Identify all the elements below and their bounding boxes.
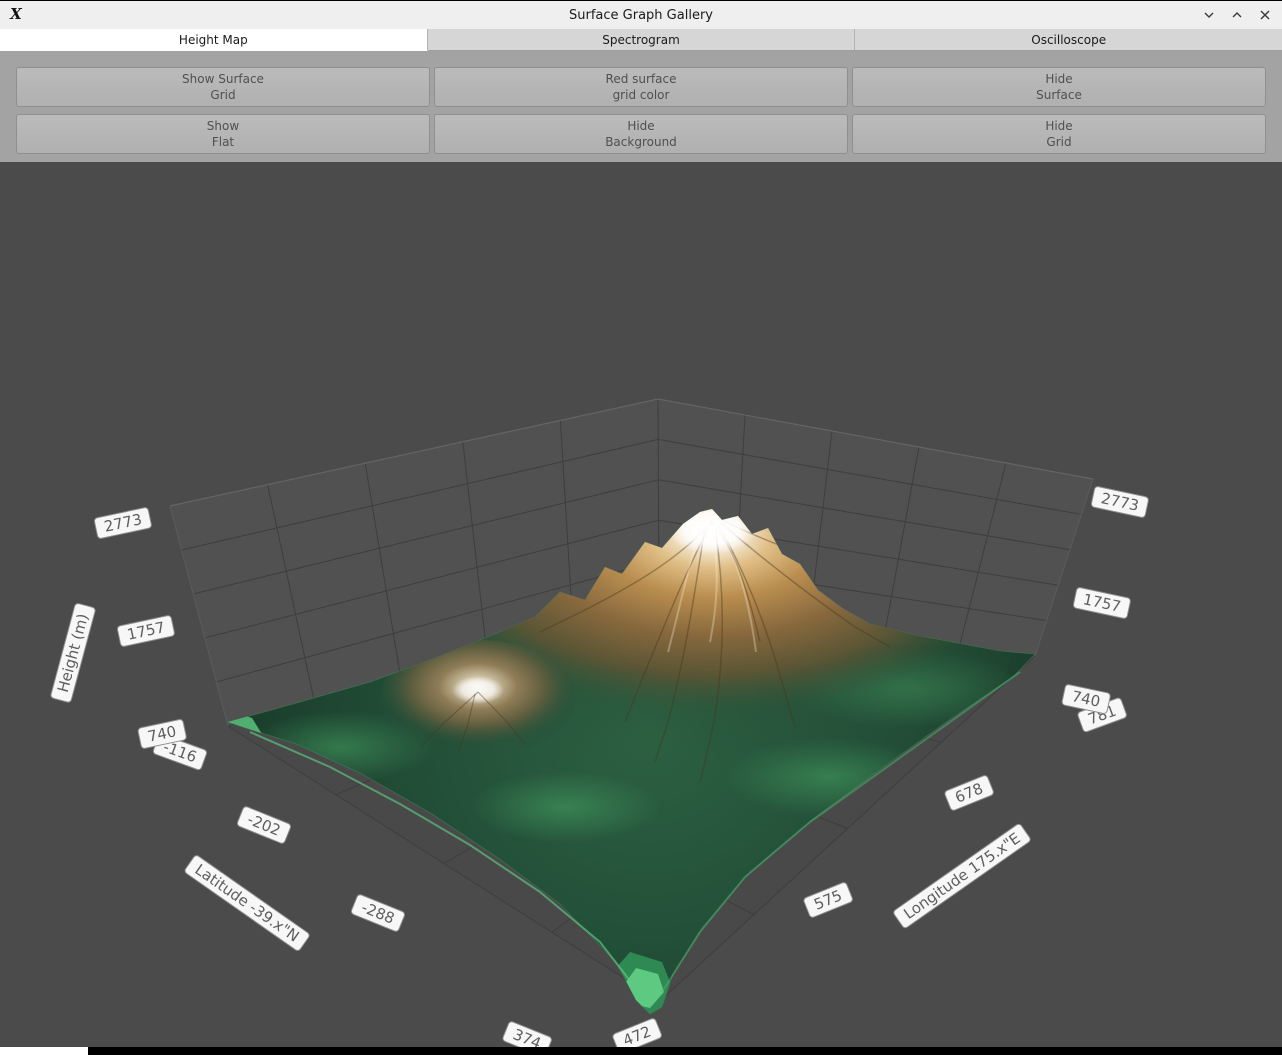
button-label: Show bbox=[207, 118, 239, 134]
tab-spectrogram[interactable]: Spectrogram bbox=[428, 29, 856, 51]
tab-height-map[interactable]: Height Map bbox=[0, 29, 428, 51]
show-flat-button[interactable]: Show Flat bbox=[16, 114, 430, 154]
button-label: Red surface bbox=[606, 71, 677, 87]
button-label: grid color bbox=[613, 87, 670, 103]
chevron-up-icon bbox=[1231, 9, 1243, 21]
button-label: Hide bbox=[1045, 71, 1072, 87]
maximize-button[interactable] bbox=[1228, 6, 1246, 24]
chevron-down-icon bbox=[1203, 9, 1215, 21]
window-controls bbox=[1200, 1, 1274, 29]
button-label: Grid bbox=[1046, 134, 1071, 150]
window-title: Surface Graph Gallery bbox=[0, 8, 1282, 23]
tab-oscilloscope[interactable]: Oscilloscope bbox=[855, 29, 1282, 51]
title-bar[interactable]: X Surface Graph Gallery bbox=[0, 1, 1282, 29]
app-window: X Surface Graph Gallery Height M bbox=[0, 0, 1282, 1055]
button-label: Surface bbox=[1036, 87, 1082, 103]
hide-background-button[interactable]: Hide Background bbox=[434, 114, 848, 154]
button-label: Hide bbox=[627, 118, 654, 134]
button-label: Flat bbox=[212, 134, 234, 150]
button-label: Hide bbox=[1045, 118, 1072, 134]
surface-3d-viewport[interactable]: -116 781 Height (m) 2773 1757 740 2773 1… bbox=[0, 162, 1282, 1047]
button-label: Show Surface bbox=[182, 71, 264, 87]
hide-grid-button[interactable]: Hide Grid bbox=[852, 114, 1266, 154]
tab-bar: Height Map Spectrogram Oscilloscope bbox=[0, 29, 1282, 51]
button-label: Grid bbox=[210, 87, 235, 103]
hide-surface-button[interactable]: Hide Surface bbox=[852, 67, 1266, 107]
close-icon bbox=[1259, 9, 1271, 21]
red-surface-grid-color-button[interactable]: Red surface grid color bbox=[434, 67, 848, 107]
control-panel: Show Surface Grid Red surface grid color… bbox=[0, 51, 1282, 162]
show-surface-grid-button[interactable]: Show Surface Grid bbox=[16, 67, 430, 107]
bottom-black-segment bbox=[88, 1047, 1282, 1055]
button-label: Background bbox=[605, 134, 677, 150]
minimize-button[interactable] bbox=[1200, 6, 1218, 24]
bottom-edge-strip bbox=[0, 1047, 1282, 1055]
bottom-white-segment bbox=[0, 1047, 88, 1055]
close-button[interactable] bbox=[1256, 6, 1274, 24]
